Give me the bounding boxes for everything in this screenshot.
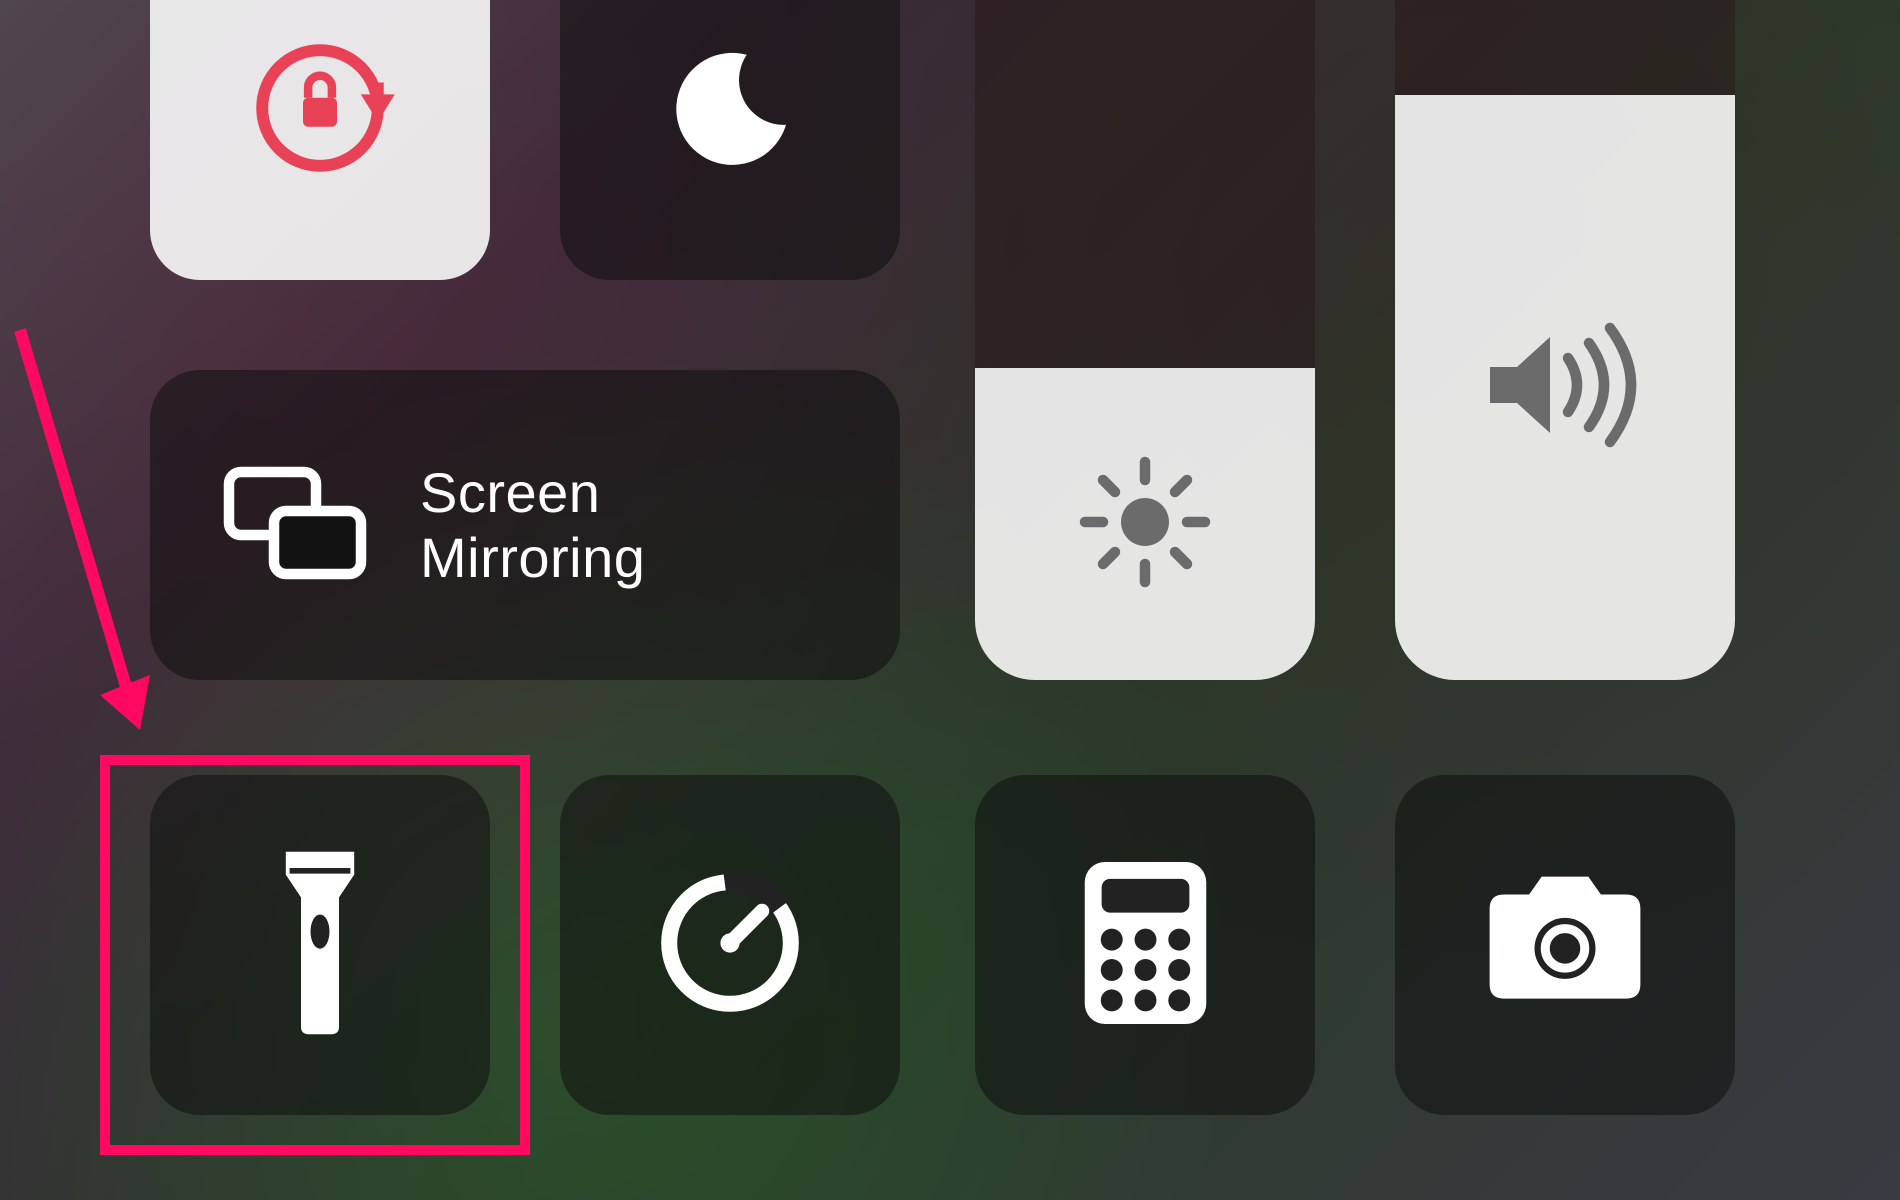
screen-mirroring-label: Screen Mirroring [420,460,645,590]
screen-mirroring-icon [220,463,370,588]
sun-icon [1070,447,1220,602]
camera-icon [1475,873,1655,1018]
do-not-disturb-toggle[interactable] [560,0,900,280]
volume-fill [1395,95,1735,680]
calculator-icon [1078,858,1213,1033]
flashlight-icon [260,848,380,1043]
orientation-lock-icon [235,23,405,198]
volume-slider[interactable] [1395,0,1735,680]
brightness-fill [975,368,1315,680]
timer-icon [650,863,810,1028]
calculator-button[interactable] [975,775,1315,1115]
camera-button[interactable] [1395,775,1735,1115]
brightness-slider[interactable] [975,0,1315,680]
moon-icon [660,38,800,183]
orientation-lock-toggle[interactable] [150,0,490,280]
speaker-icon [1475,310,1655,465]
screen-mirroring-button[interactable]: Screen Mirroring [150,370,900,680]
timer-button[interactable] [560,775,900,1115]
control-center: Screen Mirroring [0,0,1900,1200]
flashlight-button[interactable] [150,775,490,1115]
